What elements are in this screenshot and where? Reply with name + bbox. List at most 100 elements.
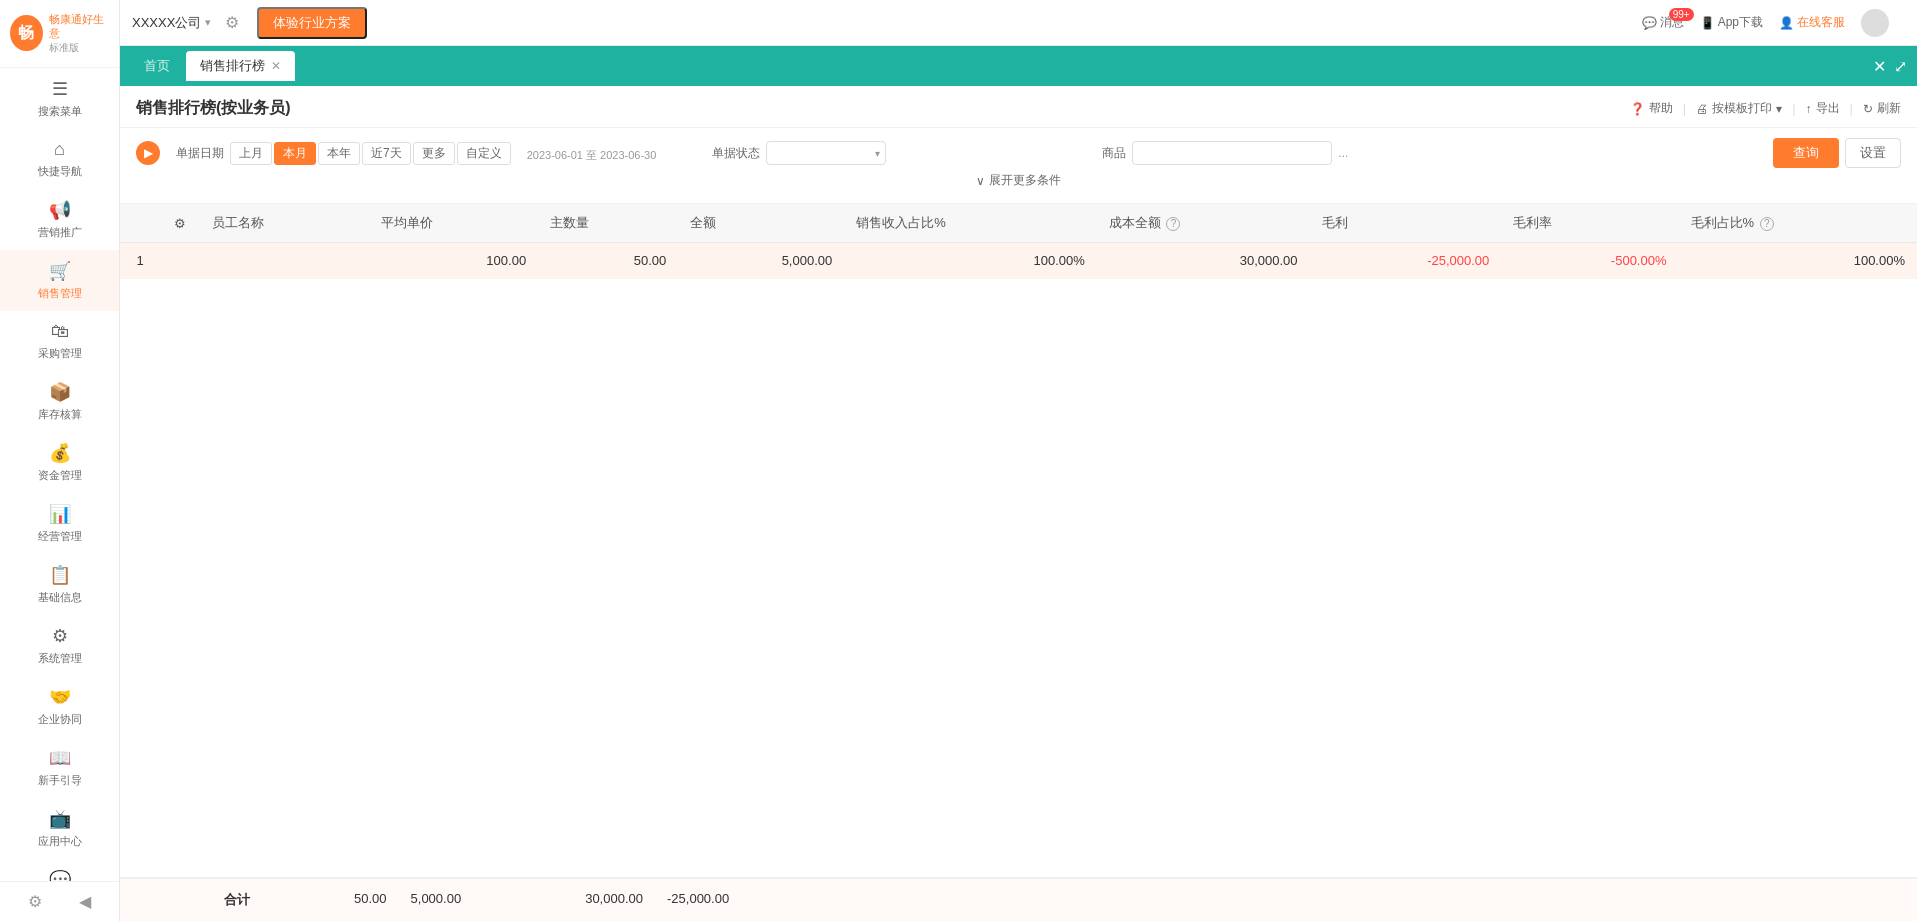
sidebar-icon-guide: 📖 — [49, 747, 71, 769]
gross-pct-help-icon[interactable]: ? — [1760, 217, 1774, 231]
sidebar-item-shortcut[interactable]: ⌂快捷导航 — [0, 129, 119, 189]
sidebar-item-guide[interactable]: 📖 新手引导 — [0, 737, 119, 798]
date-btn-7days[interactable]: 近7天 — [362, 142, 411, 165]
help-icon: ❓ — [1630, 102, 1645, 116]
goods-input[interactable] — [1132, 141, 1332, 165]
filter-area: ▶ 单据日期 上月 本月 本年 近7天 更多 自定义 2023-0 — [120, 128, 1917, 204]
status-select[interactable] — [766, 141, 886, 165]
content: 销售排行榜(按业务员) ❓ 帮助 | 🖨 按模板打印 ▾ | ↑ — [120, 86, 1917, 921]
sidebar-item-basic[interactable]: 📋基础信息 — [0, 554, 119, 615]
print-btn[interactable]: 🖨 按模板打印 ▾ — [1696, 100, 1782, 117]
cell-sales-pct: 100.00% — [844, 243, 1097, 279]
col-settings: ⚙ — [160, 204, 200, 243]
cell-index: 1 — [120, 243, 160, 279]
sidebar-footer: ⚙ ◀ — [0, 881, 119, 921]
print-icon: 🖨 — [1696, 102, 1708, 116]
company-selector[interactable]: XXXXX公司 ▾ — [132, 14, 211, 32]
sidebar-item-system[interactable]: ⚙系统管理 — [0, 615, 119, 676]
help-btn[interactable]: ❓ 帮助 — [1630, 100, 1673, 117]
status-filter-label: 单据状态 — [712, 145, 760, 162]
service-btn[interactable]: 👤 在线客服 — [1779, 14, 1845, 31]
date-btn-this-month[interactable]: 本月 — [274, 142, 316, 165]
message-icon: 💬 — [1642, 16, 1657, 30]
filter-toggle-arrow[interactable]: ▶ — [136, 141, 160, 165]
footer-quantity: 50.00 — [342, 887, 399, 913]
cell-settings — [160, 243, 200, 279]
tab-sales-ranking[interactable]: 销售排行榜 ✕ — [186, 51, 295, 81]
cell-gross: -25,000.00 — [1310, 243, 1502, 279]
sidebar-item-collab[interactable]: 🤝企业协同 — [0, 676, 119, 737]
sidebar-icon-finance: 💰 — [49, 442, 71, 464]
table-header-row: ⚙ 员工名称 平均单价 主数量 全额 销售收入占比% 成本全额 ? 毛利 毛利率… — [120, 204, 1917, 243]
sidebar-icon-system: ⚙ — [52, 625, 68, 647]
user-avatar[interactable] — [1861, 9, 1889, 37]
tab-home[interactable]: 首页 — [130, 51, 184, 81]
date-btn-custom[interactable]: 自定义 — [457, 142, 511, 165]
date-range-display: 2023-06-01 至 2023-06-30 — [527, 148, 657, 163]
sidebar-item-finance[interactable]: 💰资金管理 — [0, 432, 119, 493]
page-header: 销售排行榜(按业务员) ❓ 帮助 | 🖨 按模板打印 ▾ | ↑ — [120, 86, 1917, 128]
sidebar-label-purchase: 采购管理 — [38, 346, 82, 361]
close-window-icon[interactable]: ✕ — [1873, 57, 1886, 76]
sidebar-logo: 畅 畅康通好生意 标准版 — [0, 0, 119, 68]
sidebar-item-operation[interactable]: 📊经营管理 — [0, 493, 119, 554]
sidebar-icon-operation: 📊 — [49, 503, 71, 525]
table-body: 1 100.00 50.00 5,000.00 100.00% 30,000.0… — [120, 243, 1917, 279]
sidebar-label-inventory: 库存核算 — [38, 407, 82, 422]
sidebar-icon-search: ☰ — [52, 78, 68, 100]
sidebar-item-search[interactable]: ☰搜索菜单 — [0, 68, 119, 129]
col-name: 员工名称 — [200, 204, 369, 243]
footer-sales-pct — [473, 887, 573, 913]
goods-more-icon[interactable]: ... — [1338, 146, 1348, 160]
expand-filter-btn[interactable]: ∨ 展开更多条件 — [136, 168, 1901, 193]
col-cost: 成本全额 ? — [1097, 204, 1310, 243]
footer-avg-price — [262, 887, 342, 913]
sidebar-item-sales[interactable]: 🛒销售管理 — [0, 250, 119, 311]
app-label: App下载 — [1718, 14, 1763, 31]
date-btn-more[interactable]: 更多 — [413, 142, 455, 165]
sidebar-item-inventory[interactable]: 📦 库存核算 — [0, 371, 119, 432]
trial-btn[interactable]: 体验行业方案 — [257, 7, 367, 39]
sidebar-item-purchase[interactable]: 🛍采购管理 — [0, 311, 119, 371]
cost-help-icon[interactable]: ? — [1166, 217, 1180, 231]
settings-btn[interactable]: 设置 — [1845, 138, 1901, 168]
date-btn-last-month[interactable]: 上月 — [230, 142, 272, 165]
sidebar-icon-wechat: 💬 — [49, 869, 71, 881]
sidebar-settings-icon[interactable]: ⚙ — [28, 892, 42, 911]
sidebar-icon-marketing: 📢 — [49, 199, 71, 221]
footer-gross: -25,000.00 — [655, 887, 741, 913]
company-name: XXXXX公司 — [132, 14, 201, 32]
expand-window-icon[interactable]: ⤢ — [1894, 57, 1907, 76]
topbar-right: 💬 消息 99+ 📱 App下载 👤 在线客服 — [1642, 9, 1905, 37]
logo-icon: 畅 — [10, 15, 43, 51]
footer-label: 合计 — [212, 887, 262, 913]
col-settings-icon[interactable]: ⚙ — [174, 216, 186, 231]
sidebar-item-marketing[interactable]: 📢 营销推广 — [0, 189, 119, 250]
export-btn[interactable]: ↑ 导出 — [1806, 100, 1840, 117]
app-icon: 📱 — [1700, 16, 1715, 30]
refresh-btn[interactable]: ↻ 刷新 — [1863, 100, 1901, 117]
logo-sub: 标准版 — [49, 41, 109, 55]
sidebar-label-guide: 新手引导 — [38, 773, 82, 788]
sidebar-icon-apps: 📺 — [49, 808, 71, 830]
sidebar-item-wechat[interactable]: 💬企业微信 — [0, 859, 119, 881]
sidebar-label-marketing: 营销推广 — [38, 225, 82, 240]
cell-gross-pct: 100.00% — [1679, 243, 1918, 279]
sidebar-icon-collab: 🤝 — [49, 686, 71, 708]
topbar-settings-icon[interactable]: ⚙ — [225, 13, 239, 32]
query-btn[interactable]: 查询 — [1773, 138, 1839, 168]
page-title: 销售排行榜(按业务员) — [136, 98, 291, 119]
sidebar-label-apps: 应用中心 — [38, 834, 82, 849]
sidebar-collapse-icon[interactable]: ◀ — [79, 892, 91, 911]
sidebar-icon-inventory: 📦 — [49, 381, 71, 403]
sidebar-label-sales: 销售管理 — [38, 286, 82, 301]
goods-filter-label: 商品 — [1102, 145, 1126, 162]
message-btn[interactable]: 💬 消息 99+ — [1642, 14, 1684, 31]
date-btn-this-year[interactable]: 本年 — [318, 142, 360, 165]
page-actions: ❓ 帮助 | 🖨 按模板打印 ▾ | ↑ 导出 | — [1630, 100, 1901, 117]
app-download-btn[interactable]: 📱 App下载 — [1700, 14, 1763, 31]
tab-close-icon[interactable]: ✕ — [271, 59, 281, 73]
sidebar-icon-basic: 📋 — [49, 564, 71, 586]
sidebar-item-apps[interactable]: 📺 应用中心 — [0, 798, 119, 859]
filter-goods: 商品 ... — [1102, 141, 1348, 165]
